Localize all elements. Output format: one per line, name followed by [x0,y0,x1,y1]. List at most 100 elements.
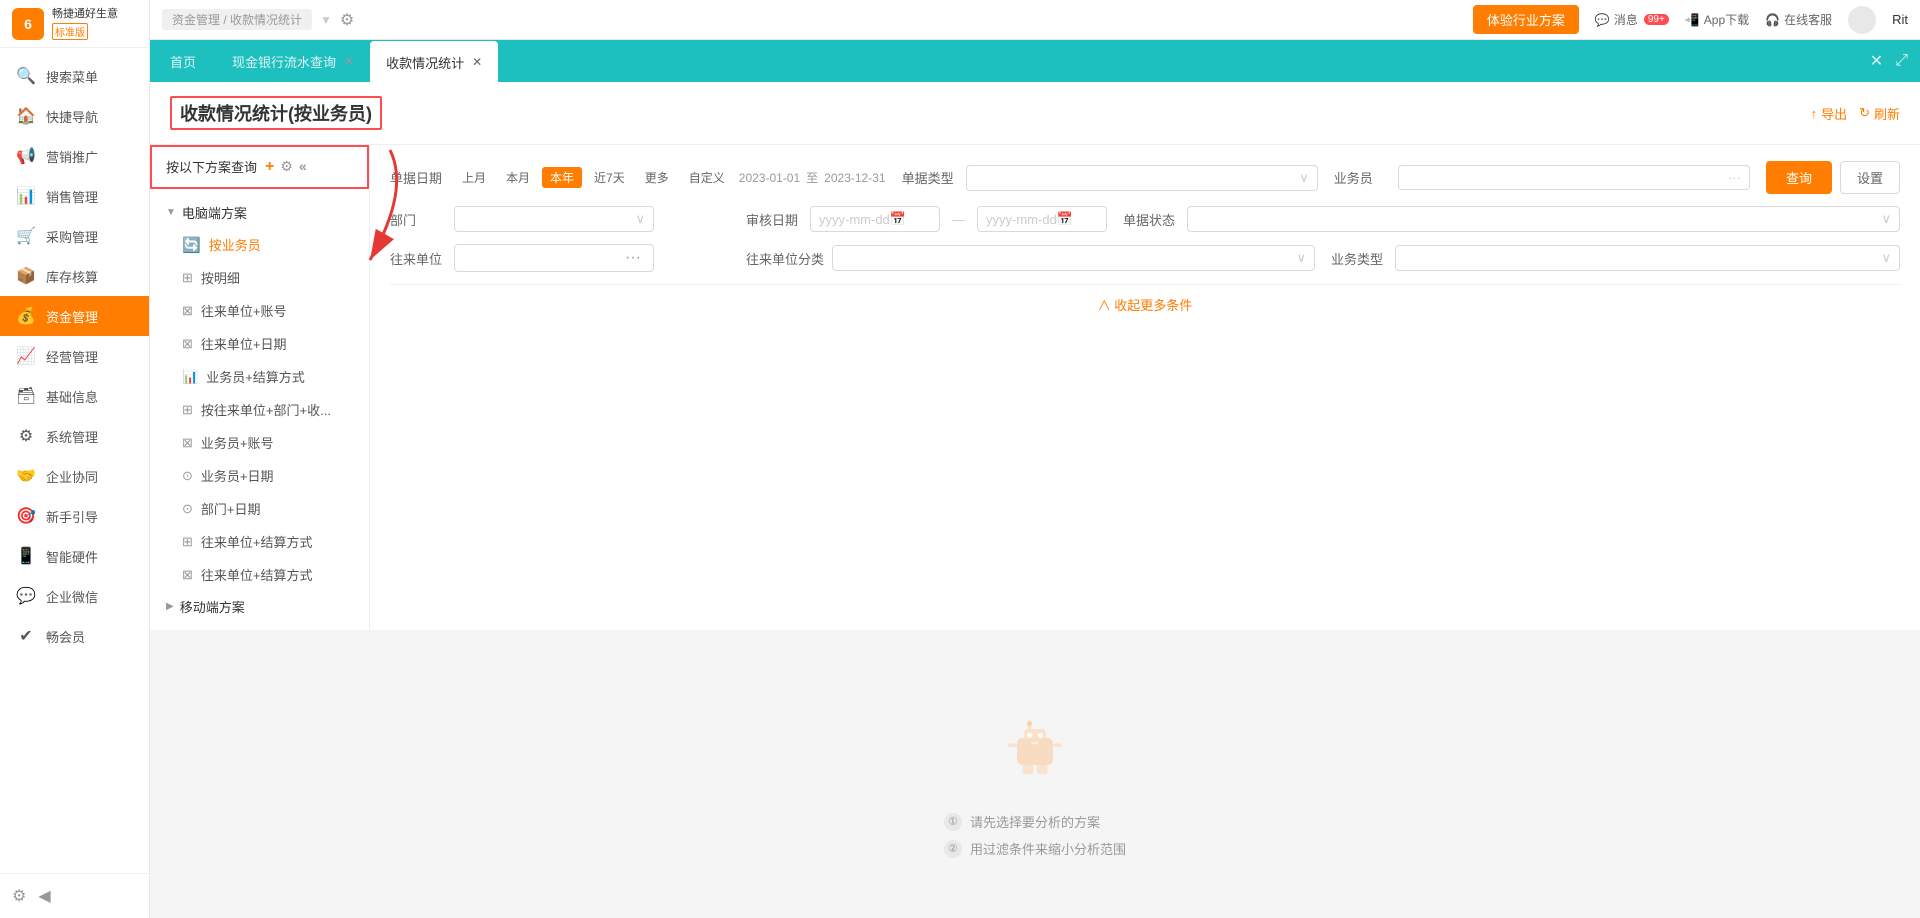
date-tab-more[interactable]: 更多 [637,167,677,188]
scheme-item-by-salesperson[interactable]: 🔄 按业务员 [150,228,369,261]
sidebar-item-hardware[interactable]: 📱 智能硬件 [0,536,149,576]
sidebar-item-purchase[interactable]: 🛒 采购管理 [0,216,149,256]
inventory-icon: 📦 [16,266,36,286]
unit-select[interactable]: ··· [454,244,654,272]
scheme-item-by-detail[interactable]: ⊞ 按明细 [150,261,369,294]
scheme-item-salesperson-account[interactable]: ⊠ 业务员+账号 [150,426,369,459]
scheme-item-unit-dept-receipt[interactable]: ⊞ 按往来单位+部门+收... [150,393,369,426]
date-tab-7days[interactable]: 近7天 [586,167,633,188]
sidebar-item-sales[interactable]: 📊 销售管理 [0,176,149,216]
scheme-sp-account-icon: ⊠ [182,435,193,451]
setting-button[interactable]: 设置 [1840,161,1900,194]
collapse-bar[interactable]: ∧ 收起更多条件 [390,284,1900,324]
scheme-group-desktop[interactable]: ▼ 电脑端方案 [150,197,369,228]
calendar-to-icon[interactable]: 📅 [1057,211,1073,227]
tab-home[interactable]: 首页 [150,40,216,82]
hardware-icon: 📱 [16,546,36,566]
dept-label: 部门 [390,210,446,229]
date-tabs: 上月 本月 本年 近7天 更多 自定义 [454,167,733,188]
settings-bottom-icon[interactable]: ⚙ [12,886,26,906]
hint-item-1: ① 请先选择要分析的方案 [944,812,1126,831]
scheme-item-dept-date[interactable]: ⊙ 部门+日期 [150,492,369,525]
sidebar-item-search[interactable]: 🔍 搜索菜单 [0,56,149,96]
refresh-icon: ↻ [1859,105,1870,121]
sidebar-item-operation[interactable]: 📈 经营管理 [0,336,149,376]
sidebar-item-capital[interactable]: 💰 资金管理 [0,296,149,336]
tab-receipt-close[interactable]: ✕ [472,55,482,69]
sidebar-item-marketing[interactable]: 📢 营销推广 [0,136,149,176]
sidebar-item-basic[interactable]: 🗃 基础信息 [0,376,149,416]
date-tab-this-month[interactable]: 本月 [498,167,538,188]
unit-category-field: 往来单位分类 ∨ [746,245,1315,271]
robot-illustration [990,702,1080,792]
scheme-sp-date-icon: ⊙ [182,468,193,484]
doc-status-arrow-icon: ∨ [1881,211,1891,227]
scheme-item-unit-account[interactable]: ⊠ 往来单位+账号 [150,294,369,327]
logo-badge: 标准版 [52,23,88,40]
system-icon: ⚙ [16,426,36,446]
scheme-unit-dept-icon: ⊞ [182,402,193,418]
header-right: 体验行业方案 💬 消息 99+ 📲 App下载 🎧 在线客服 Rit [1473,5,1908,34]
salesperson-field: 业务员 ··· [1334,165,1750,190]
date-tab-custom[interactable]: 自定义 [681,167,733,188]
unit-category-select[interactable]: ∨ [832,245,1315,271]
add-scheme-icon[interactable]: + [265,158,274,176]
home-icon: 🏠 [16,106,36,126]
scheme-item-unit-settle1[interactable]: ⊞ 往来单位+结算方式 [150,525,369,558]
sidebar-item-inventory[interactable]: 📦 库存核算 [0,256,149,296]
scheme-settings-icon[interactable]: ⚙ [280,158,293,176]
unit-dots-icon[interactable]: ··· [621,249,645,267]
trial-button[interactable]: 体验行业方案 [1473,5,1579,34]
tab-receipt[interactable]: 收款情况统计 ✕ [370,41,498,83]
doc-status-field: 单据状态 ∨ [1123,206,1900,232]
audit-date-field: 审核日期 yyyy-mm-dd 📅 — yyyy-mm-dd 📅 [746,206,1107,232]
collapse-scheme-icon[interactable]: « [299,158,307,176]
scheme-header-icons: + ⚙ « [265,158,307,176]
audit-date-to[interactable]: yyyy-mm-dd 📅 [977,206,1107,232]
doc-type-select[interactable]: ∨ [966,165,1318,191]
sidebar-item-guide[interactable]: 🎯 新手引导 [0,496,149,536]
collapse-sidebar-icon[interactable]: ◀ [38,886,50,906]
audit-date-label: 审核日期 [746,210,802,229]
sidebar-item-wechat[interactable]: 💬 企业微信 [0,576,149,616]
dept-select[interactable]: ∨ [454,206,654,232]
salesperson-dots[interactable]: ··· [1728,170,1741,185]
app-download-action[interactable]: 📲 App下载 [1685,11,1749,28]
query-button[interactable]: 查询 [1766,161,1832,194]
tab-bank[interactable]: 现金银行流水查询 ✕ [216,40,370,82]
online-service-action[interactable]: 🎧 在线客服 [1765,11,1832,28]
avatar[interactable] [1848,6,1876,34]
sidebar-item-enterprise[interactable]: 🤝 企业协同 [0,456,149,496]
purchase-icon: 🛒 [16,226,36,246]
audit-date-from[interactable]: yyyy-mm-dd 📅 [810,206,940,232]
query-form: 单据日期 上月 本月 本年 近7天 更多 自定义 2023-01-01 [370,145,1920,630]
export-button[interactable]: ↑ 导出 [1811,104,1848,123]
sidebar-item-nav[interactable]: 🏠 快捷导航 [0,96,149,136]
date-tab-last-month[interactable]: 上月 [454,167,494,188]
scheme-item-salesperson-date[interactable]: ⊙ 业务员+日期 [150,459,369,492]
refresh-button[interactable]: ↻ 刷新 [1859,104,1900,123]
hint-item-2: ② 用过滤条件来缩小分析范围 [944,839,1126,858]
tab-bank-close[interactable]: ✕ [344,54,354,68]
settings-icon[interactable]: ⚙ [340,10,354,30]
scheme-item-unit-settle2[interactable]: ⊠ 往来单位+结算方式 [150,558,369,591]
content-layout: 按以下方案查询 + ⚙ « ▼ 电脑端方案 🔄 [150,145,1920,630]
maximize-icon[interactable]: ⤢ [1895,52,1908,70]
doc-status-select[interactable]: ∨ [1187,206,1900,232]
page-content: 收款情况统计(按业务员) ↑ 导出 ↻ 刷新 按以下方案查询 + [150,82,1920,918]
scheme-group-mobile[interactable]: ▶ 移动端方案 [150,591,369,622]
salesperson-select[interactable]: ··· [1398,165,1750,190]
sidebar-item-system[interactable]: ⚙ 系统管理 [0,416,149,456]
close-window-icon[interactable]: ✕ [1870,51,1883,71]
biz-type-select[interactable]: ∨ [1395,245,1900,271]
scheme-item-unit-date[interactable]: ⊠ 往来单位+日期 [150,327,369,360]
date-tab-this-year[interactable]: 本年 [542,167,582,188]
sidebar-item-member[interactable]: ✔ 畅会员 [0,616,149,656]
scheme-header: 按以下方案查询 + ⚙ « [150,145,369,189]
service-icon: 🎧 [1765,13,1780,27]
empty-illustration [990,702,1080,792]
scheme-item-salesperson-settle[interactable]: 📊 业务员+结算方式 [150,360,369,393]
calendar-from-icon[interactable]: 📅 [890,211,906,227]
message-action[interactable]: 💬 消息 99+ [1595,11,1669,28]
date-range-separator: 至 [806,169,818,186]
